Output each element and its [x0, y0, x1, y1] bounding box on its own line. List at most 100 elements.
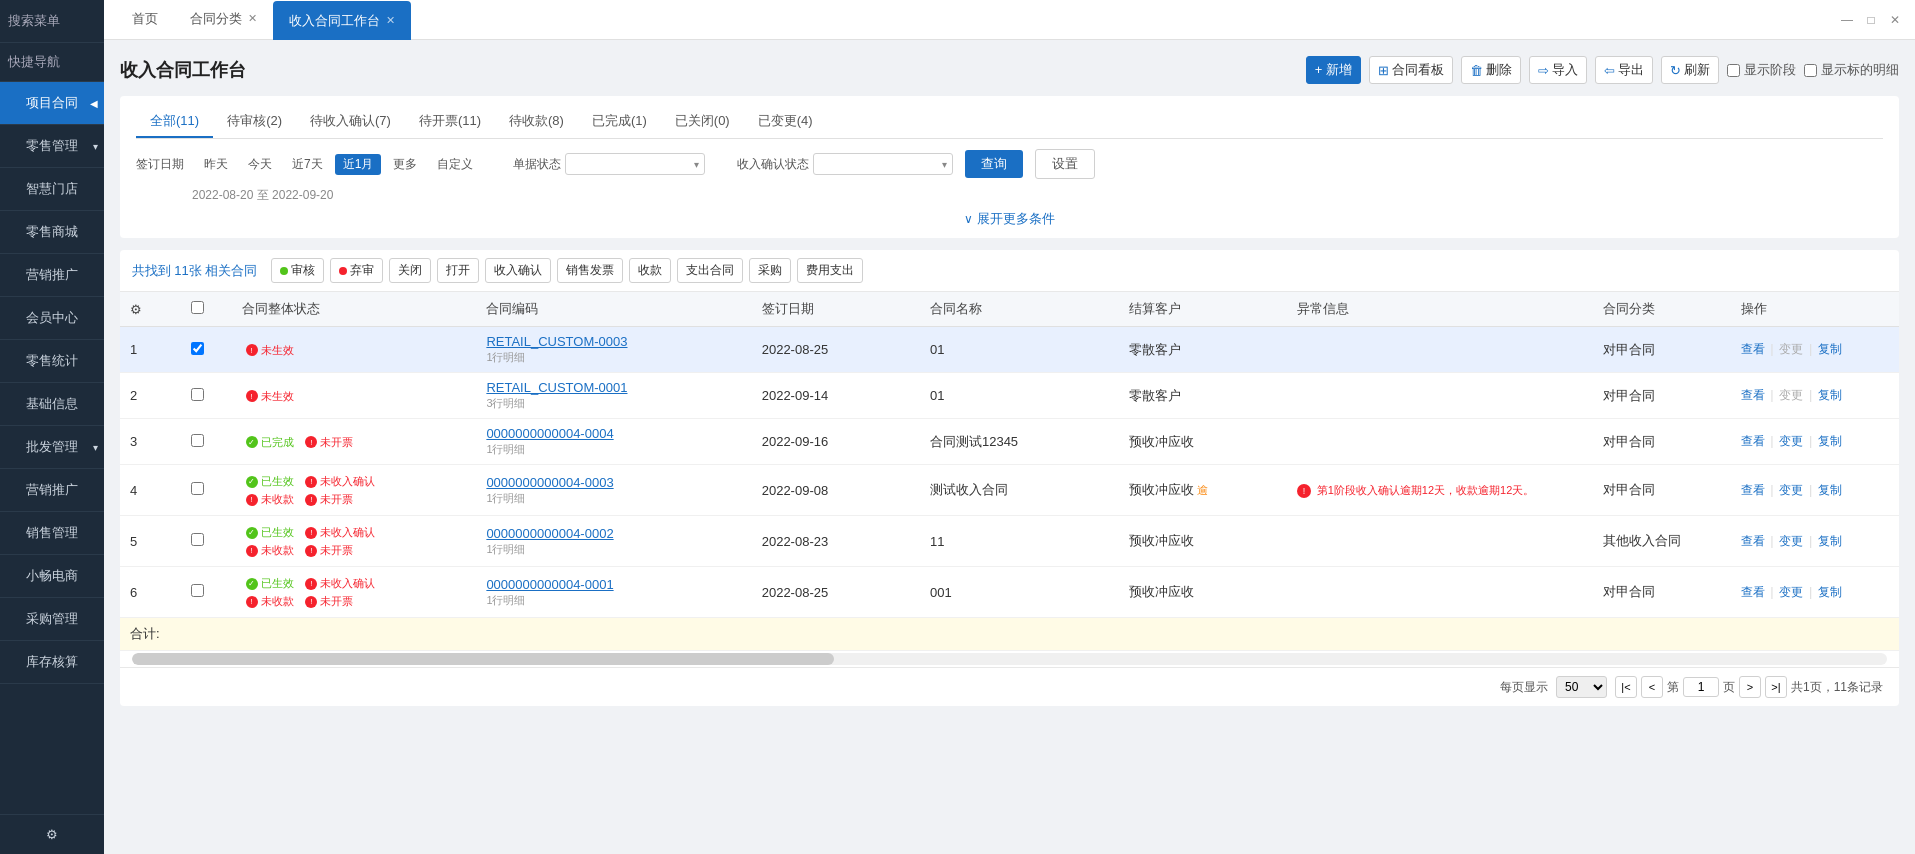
expense-button[interactable]: 费用支出 — [797, 258, 863, 283]
expenditure-contract-button[interactable]: 支出合同 — [677, 258, 743, 283]
expand-button[interactable]: ∨ 展开更多条件 — [964, 210, 1054, 228]
date-btn-custom[interactable]: 自定义 — [429, 154, 481, 175]
sidebar-item-sales-mgmt[interactable]: 销售管理 — [0, 512, 104, 555]
copy-button[interactable]: 复制 — [1818, 388, 1842, 402]
new-button[interactable]: + 新增 — [1306, 56, 1361, 84]
open-button[interactable]: 打开 — [437, 258, 479, 283]
sidebar-item-stock-accounting[interactable]: 库存核算 — [0, 641, 104, 684]
review-button[interactable]: 审核 — [271, 258, 324, 283]
contract-code-link[interactable]: 0000000000004-0002 — [486, 526, 613, 541]
change-button[interactable]: 变更 — [1779, 585, 1803, 599]
purchase-button[interactable]: 采购 — [749, 258, 791, 283]
sidebar-item-marketing[interactable]: 营销推广 — [0, 254, 104, 297]
contract-code-link[interactable]: 0000000000004-0004 — [486, 426, 613, 441]
page-size-select[interactable]: 50 100 200 — [1556, 676, 1607, 698]
copy-button[interactable]: 复制 — [1818, 534, 1842, 548]
sidebar-item-wholesale-mgmt[interactable]: 批发管理 ▾ — [0, 426, 104, 469]
status-select[interactable] — [565, 153, 705, 175]
copy-button[interactable]: 复制 — [1818, 342, 1842, 356]
sidebar-item-project-contract[interactable]: 项目合同 ◀ — [0, 82, 104, 125]
view-button[interactable]: 查看 — [1741, 434, 1765, 448]
status-tab-pending-invoice[interactable]: 待开票(11) — [405, 106, 495, 138]
kanban-button[interactable]: ⊞ 合同看板 — [1369, 56, 1453, 84]
show-detail-checkbox[interactable]: 显示标的明细 — [1804, 61, 1899, 79]
date-btn-7days[interactable]: 近7天 — [284, 154, 331, 175]
sidebar-item-basic-info[interactable]: 基础信息 — [0, 383, 104, 426]
date-btn-1month[interactable]: 近1月 — [335, 154, 382, 175]
first-page-button[interactable]: |< — [1615, 676, 1637, 698]
row-checkbox[interactable] — [181, 327, 231, 373]
status-tab-pending-review[interactable]: 待审核(2) — [213, 106, 296, 138]
show-detail-input[interactable] — [1804, 64, 1817, 77]
page-input[interactable] — [1683, 677, 1719, 697]
search-button[interactable]: 查询 — [965, 150, 1023, 178]
show-fields-checkbox[interactable]: 显示阶段 — [1727, 61, 1796, 79]
date-btn-more[interactable]: 更多 — [385, 154, 425, 175]
tab-home[interactable]: 首页 — [116, 0, 174, 40]
close-button[interactable]: 关闭 — [389, 258, 431, 283]
change-button[interactable]: 变更 — [1779, 434, 1803, 448]
refresh-button[interactable]: ↻ 刷新 — [1661, 56, 1719, 84]
row-checkbox[interactable] — [181, 419, 231, 465]
close-icon[interactable]: ✕ — [386, 14, 395, 27]
confirm-select[interactable] — [813, 153, 953, 175]
export-button[interactable]: ⇦ 导出 — [1595, 56, 1653, 84]
show-fields-input[interactable] — [1727, 64, 1740, 77]
view-button[interactable]: 查看 — [1741, 585, 1765, 599]
close-icon[interactable]: ✕ — [248, 12, 257, 25]
status-tab-changed[interactable]: 已变更(4) — [744, 106, 827, 138]
change-button[interactable]: 变更 — [1779, 534, 1803, 548]
last-page-button[interactable]: >| — [1765, 676, 1787, 698]
view-button[interactable]: 查看 — [1741, 483, 1765, 497]
status-tab-pending-payment[interactable]: 待收款(8) — [495, 106, 578, 138]
minimize-button[interactable]: — — [1839, 12, 1855, 28]
sidebar-item-purchase-mgmt[interactable]: 采购管理 — [0, 598, 104, 641]
income-confirm-button[interactable]: 收入确认 — [485, 258, 551, 283]
change-button[interactable]: 变更 — [1779, 483, 1803, 497]
copy-button[interactable]: 复制 — [1818, 434, 1842, 448]
tab-contract-category[interactable]: 合同分类 ✕ — [174, 0, 273, 40]
tab-income-contract[interactable]: 收入合同工作台 ✕ — [273, 1, 411, 41]
sidebar-item-retail-stats[interactable]: 零售统计 — [0, 340, 104, 383]
date-btn-today[interactable]: 今天 — [240, 154, 280, 175]
sidebar-search[interactable]: 搜索菜单 — [0, 0, 104, 43]
horizontal-scrollbar[interactable] — [132, 653, 1887, 665]
row-checkbox[interactable] — [181, 373, 231, 419]
status-tab-all[interactable]: 全部(11) — [136, 106, 213, 138]
col-header-settings[interactable]: ⚙ — [120, 292, 181, 327]
setting-button[interactable]: 设置 — [1035, 149, 1095, 179]
sidebar-item-smart-store[interactable]: 智慧门店 — [0, 168, 104, 211]
status-select-wrapper[interactable] — [565, 153, 705, 175]
sidebar-item-retail-mgmt[interactable]: 零售管理 ▾ — [0, 125, 104, 168]
status-tab-closed[interactable]: 已关闭(0) — [661, 106, 744, 138]
sidebar-item-marketing2[interactable]: 营销推广 — [0, 469, 104, 512]
status-tab-completed[interactable]: 已完成(1) — [578, 106, 661, 138]
contract-code-link[interactable]: RETAIL_CUSTOM-0003 — [486, 334, 627, 349]
sidebar-quick-nav[interactable]: 快捷导航 — [0, 43, 104, 82]
abandon-review-button[interactable]: 弃审 — [330, 258, 383, 283]
sidebar-item-retail-mall[interactable]: 零售商城 — [0, 211, 104, 254]
row-checkbox[interactable] — [181, 567, 231, 618]
sidebar-settings[interactable]: ⚙ — [0, 814, 104, 854]
maximize-button[interactable]: □ — [1863, 12, 1879, 28]
contract-code-link[interactable]: RETAIL_CUSTOM-0001 — [486, 380, 627, 395]
close-button[interactable]: ✕ — [1887, 12, 1903, 28]
view-button[interactable]: 查看 — [1741, 342, 1765, 356]
import-button[interactable]: ⇨ 导入 — [1529, 56, 1587, 84]
payment-button[interactable]: 收款 — [629, 258, 671, 283]
change-button[interactable]: 变更 — [1779, 388, 1803, 402]
copy-button[interactable]: 复制 — [1818, 585, 1842, 599]
contract-code-link[interactable]: 0000000000004-0001 — [486, 577, 613, 592]
view-button[interactable]: 查看 — [1741, 534, 1765, 548]
change-button[interactable]: 变更 — [1779, 342, 1803, 356]
confirm-select-wrapper[interactable] — [813, 153, 953, 175]
copy-button[interactable]: 复制 — [1818, 483, 1842, 497]
row-checkbox[interactable] — [181, 465, 231, 516]
contract-code-link[interactable]: 0000000000004-0003 — [486, 475, 613, 490]
delete-button[interactable]: 🗑 删除 — [1461, 56, 1521, 84]
sidebar-item-member-center[interactable]: 会员中心 — [0, 297, 104, 340]
status-tab-pending-confirm[interactable]: 待收入确认(7) — [296, 106, 405, 138]
next-page-button[interactable]: > — [1739, 676, 1761, 698]
prev-page-button[interactable]: < — [1641, 676, 1663, 698]
row-checkbox[interactable] — [181, 516, 231, 567]
